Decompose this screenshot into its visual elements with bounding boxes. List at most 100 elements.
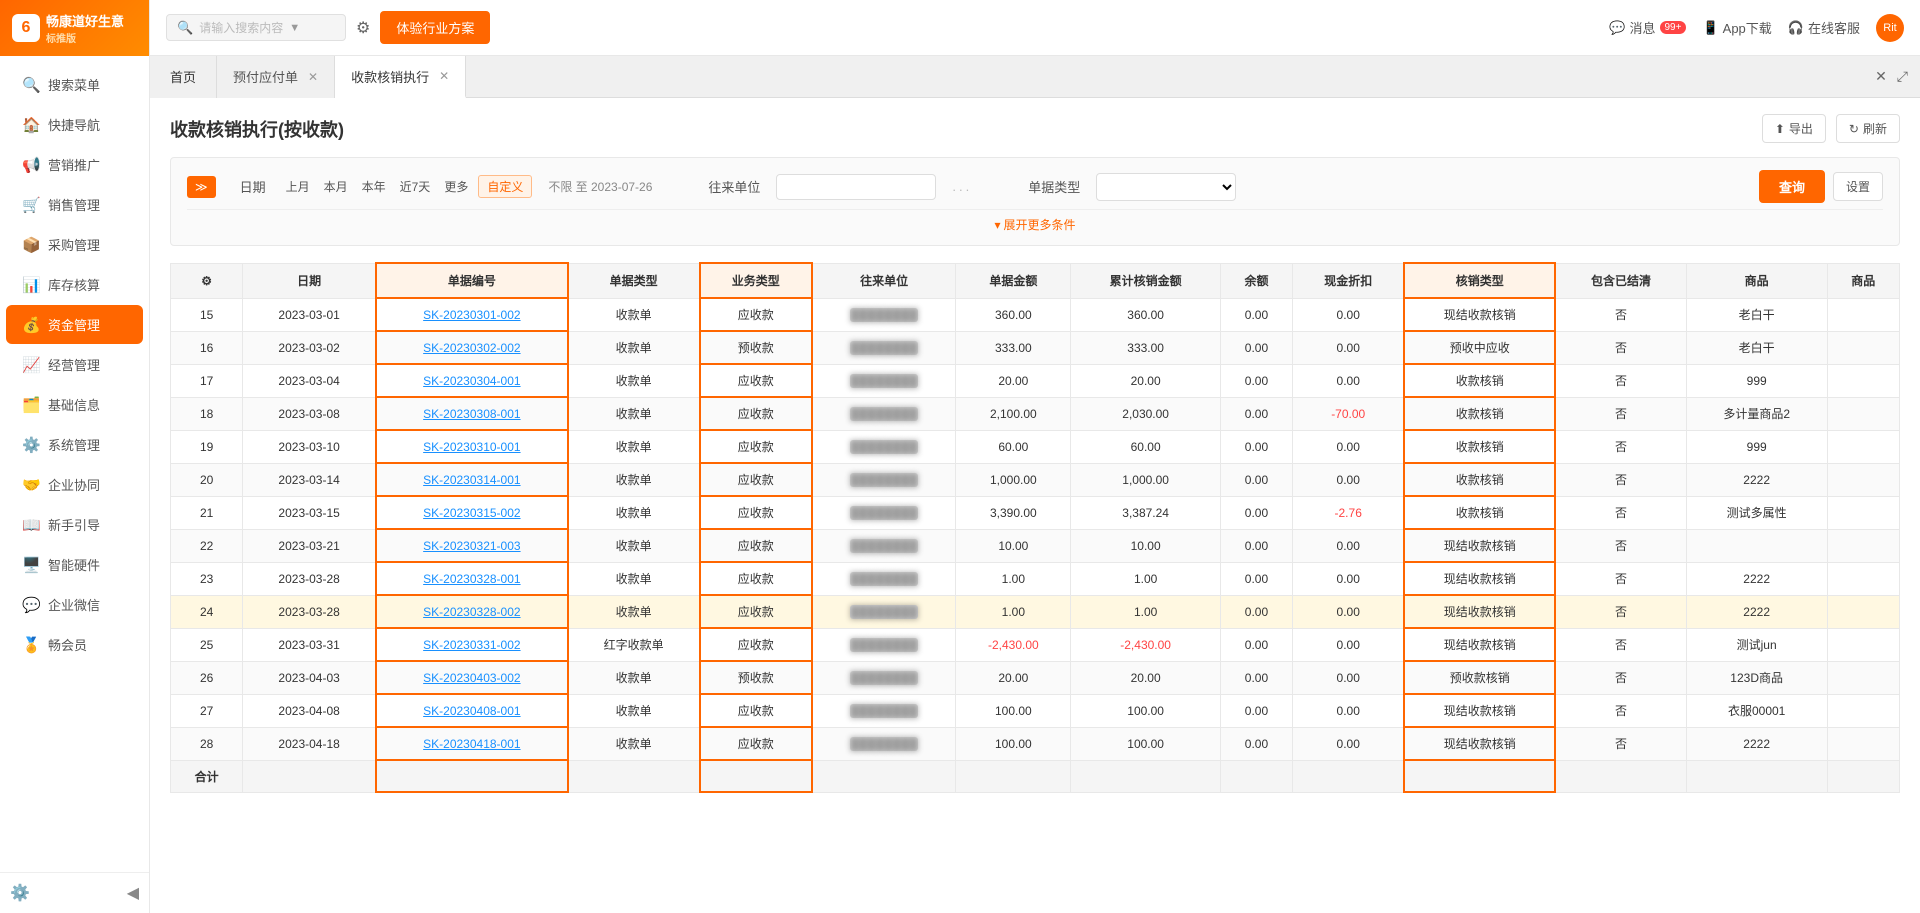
td-doc_no[interactable]: SK-20230328-002 [376,595,568,628]
td-partner: ████████ [812,463,956,496]
td-doc_no[interactable]: SK-20230301-002 [376,298,568,331]
solution-button[interactable]: 体验行业方案 [380,11,490,44]
sidebar-item-corp[interactable]: 🤝企业协同 [6,465,143,504]
tabbar-close-icon[interactable]: ✕ [1875,68,1887,85]
table-row[interactable]: 212023-03-15SK-20230315-002收款单应收款███████… [171,496,1900,529]
topbar-search-box[interactable]: 🔍 请输入搜索内容 ▼ [166,14,346,41]
partner-input[interactable] [776,174,936,200]
table-row[interactable]: 242023-03-28SK-20230328-002收款单应收款███████… [171,595,1900,628]
td-discount: 0.00 [1293,562,1405,595]
td-doc_no[interactable]: SK-20230315-002 [376,496,568,529]
table-row[interactable]: 262023-04-03SK-20230403-002收款单预收款███████… [171,661,1900,694]
table-row[interactable]: 172023-03-04SK-20230304-001收款单应收款███████… [171,364,1900,397]
td-cumulative: -2,430.00 [1071,628,1220,661]
tab-home[interactable]: 首页 [150,56,217,98]
td-doc_no[interactable]: SK-20230310-001 [376,430,568,463]
doc-link[interactable]: SK-20230308-001 [423,407,520,421]
doc-link[interactable]: SK-20230328-002 [423,605,520,619]
td-doc_no[interactable]: SK-20230321-003 [376,529,568,562]
date-btn-7days[interactable]: 近7天 [396,176,435,197]
table-row[interactable]: 272023-04-08SK-20230408-001收款单应收款███████… [171,694,1900,727]
td-doc_no[interactable]: SK-20230304-001 [376,364,568,397]
sidebar-item-marketing[interactable]: 📢营销推广 [6,145,143,184]
td-doc_type: 收款单 [568,364,700,397]
date-btn-last-month[interactable]: 上月 [282,176,314,197]
td-doc_no[interactable] [376,760,568,792]
td-doc_no[interactable]: SK-20230328-001 [376,562,568,595]
expand-conditions-button[interactable]: ▾ 展开更多条件 [187,209,1883,233]
table-row[interactable]: 222023-03-21SK-20230321-003收款单应收款███████… [171,529,1900,562]
table-row[interactable]: 合计 [171,760,1900,792]
sidebar-item-search[interactable]: 🔍搜索菜单 [6,65,143,104]
collapse-icon[interactable]: ◀ [127,883,139,903]
table-row[interactable]: 192023-03-10SK-20230310-001收款单应收款███████… [171,430,1900,463]
td-doc_no[interactable]: SK-20230302-002 [376,331,568,364]
td-balance: 0.00 [1220,628,1292,661]
query-button[interactable]: 查询 [1759,170,1825,203]
sidebar-item-quick[interactable]: 🏠快捷导航 [6,105,143,144]
sidebar-item-hardware[interactable]: 🖥️智能硬件 [6,545,143,584]
tab-prepay[interactable]: 预付应付单 ✕ [217,56,335,98]
message-area[interactable]: 💬 消息 99+ [1609,18,1686,37]
table-row[interactable]: 202023-03-14SK-20230314-001收款单应收款███████… [171,463,1900,496]
tab-collection[interactable]: 收款核销执行 ✕ [335,56,466,98]
app-download-area[interactable]: 📱 App下载 [1702,18,1771,37]
td-doc_no[interactable]: SK-20230314-001 [376,463,568,496]
export-button[interactable]: ⬆ 导出 [1762,114,1826,143]
doc-link[interactable]: SK-20230321-003 [423,539,520,553]
sidebar-item-basic[interactable]: 🗂️基础信息 [6,385,143,424]
sidebar-item-sales[interactable]: 🛒销售管理 [6,185,143,224]
user-avatar[interactable]: Rit [1876,14,1904,42]
sidebar-item-system[interactable]: ⚙️系统管理 [6,425,143,464]
doc-link[interactable]: SK-20230302-002 [423,341,520,355]
sidebar-item-guide[interactable]: 📖新手引导 [6,505,143,544]
doc-link[interactable]: SK-20230328-001 [423,572,520,586]
doc-type-select[interactable] [1096,173,1236,201]
table-row[interactable]: 232023-03-28SK-20230328-001收款单应收款███████… [171,562,1900,595]
doc-link[interactable]: SK-20230315-002 [423,506,520,520]
td-amount: 1,000.00 [956,463,1071,496]
tab-collection-close[interactable]: ✕ [439,69,449,83]
td-cancel_type: 预收中应收 [1404,331,1555,364]
doc-link[interactable]: SK-20230418-001 [423,737,520,751]
sidebar-item-inventory[interactable]: 📊库存核算 [6,265,143,304]
sidebar-item-business[interactable]: 📈经营管理 [6,345,143,384]
date-btn-this-month[interactable]: 本月 [320,176,352,197]
table-row[interactable]: 182023-03-08SK-20230308-001收款单应收款███████… [171,397,1900,430]
doc-link[interactable]: SK-20230304-001 [423,374,520,388]
page-header: 收款核销执行(按收款) ⬆ 导出 ↻ 刷新 [170,114,1900,143]
settings-icon[interactable]: ⚙️ [10,883,30,903]
date-btn-more[interactable]: 更多 [440,176,472,197]
td-date: 2023-03-28 [243,562,376,595]
table-row[interactable]: 152023-03-01SK-20230301-002收款单应收款███████… [171,298,1900,331]
td-doc_no[interactable]: SK-20230408-001 [376,694,568,727]
settings-gear-icon[interactable]: ⚙ [356,18,370,38]
date-btn-custom[interactable]: 自定义 [478,175,532,198]
table-row[interactable]: 282023-04-18SK-20230418-001收款单应收款███████… [171,727,1900,760]
date-btn-this-year[interactable]: 本年 [358,176,390,197]
doc-link[interactable]: SK-20230310-001 [423,440,520,454]
doc-link[interactable]: SK-20230403-002 [423,671,520,685]
sidebar-item-purchase[interactable]: 📦采购管理 [6,225,143,264]
td-doc_no[interactable]: SK-20230418-001 [376,727,568,760]
td-doc_no[interactable]: SK-20230403-002 [376,661,568,694]
sidebar-item-wechat[interactable]: 💬企业微信 [6,585,143,624]
sidebar-item-finance[interactable]: 💰资金管理 [6,305,143,344]
doc-link[interactable]: SK-20230408-001 [423,704,520,718]
filter-toggle-button[interactable]: ≫ [187,176,216,198]
refresh-button[interactable]: ↻ 刷新 [1836,114,1900,143]
table-row[interactable]: 162023-03-02SK-20230302-002收款单预收款███████… [171,331,1900,364]
doc-link[interactable]: SK-20230301-002 [423,308,520,322]
doc-link[interactable]: SK-20230331-002 [423,638,520,652]
tabbar-expand-icon[interactable]: ⤢ [1897,68,1908,85]
service-area[interactable]: 🎧 在线客服 [1788,18,1860,37]
td-num: 26 [171,661,243,694]
doc-link[interactable]: SK-20230314-001 [423,473,520,487]
td-doc_no[interactable]: SK-20230331-002 [376,628,568,661]
sidebar-item-member[interactable]: 🏅畅会员 [6,625,143,664]
table-settings-button[interactable]: 设置 [1833,172,1883,201]
tab-prepay-close[interactable]: ✕ [308,70,318,84]
table-row[interactable]: 252023-03-31SK-20230331-002红字收款单应收款█████… [171,628,1900,661]
td-doc_no[interactable]: SK-20230308-001 [376,397,568,430]
th-num: ⚙ [171,263,243,298]
